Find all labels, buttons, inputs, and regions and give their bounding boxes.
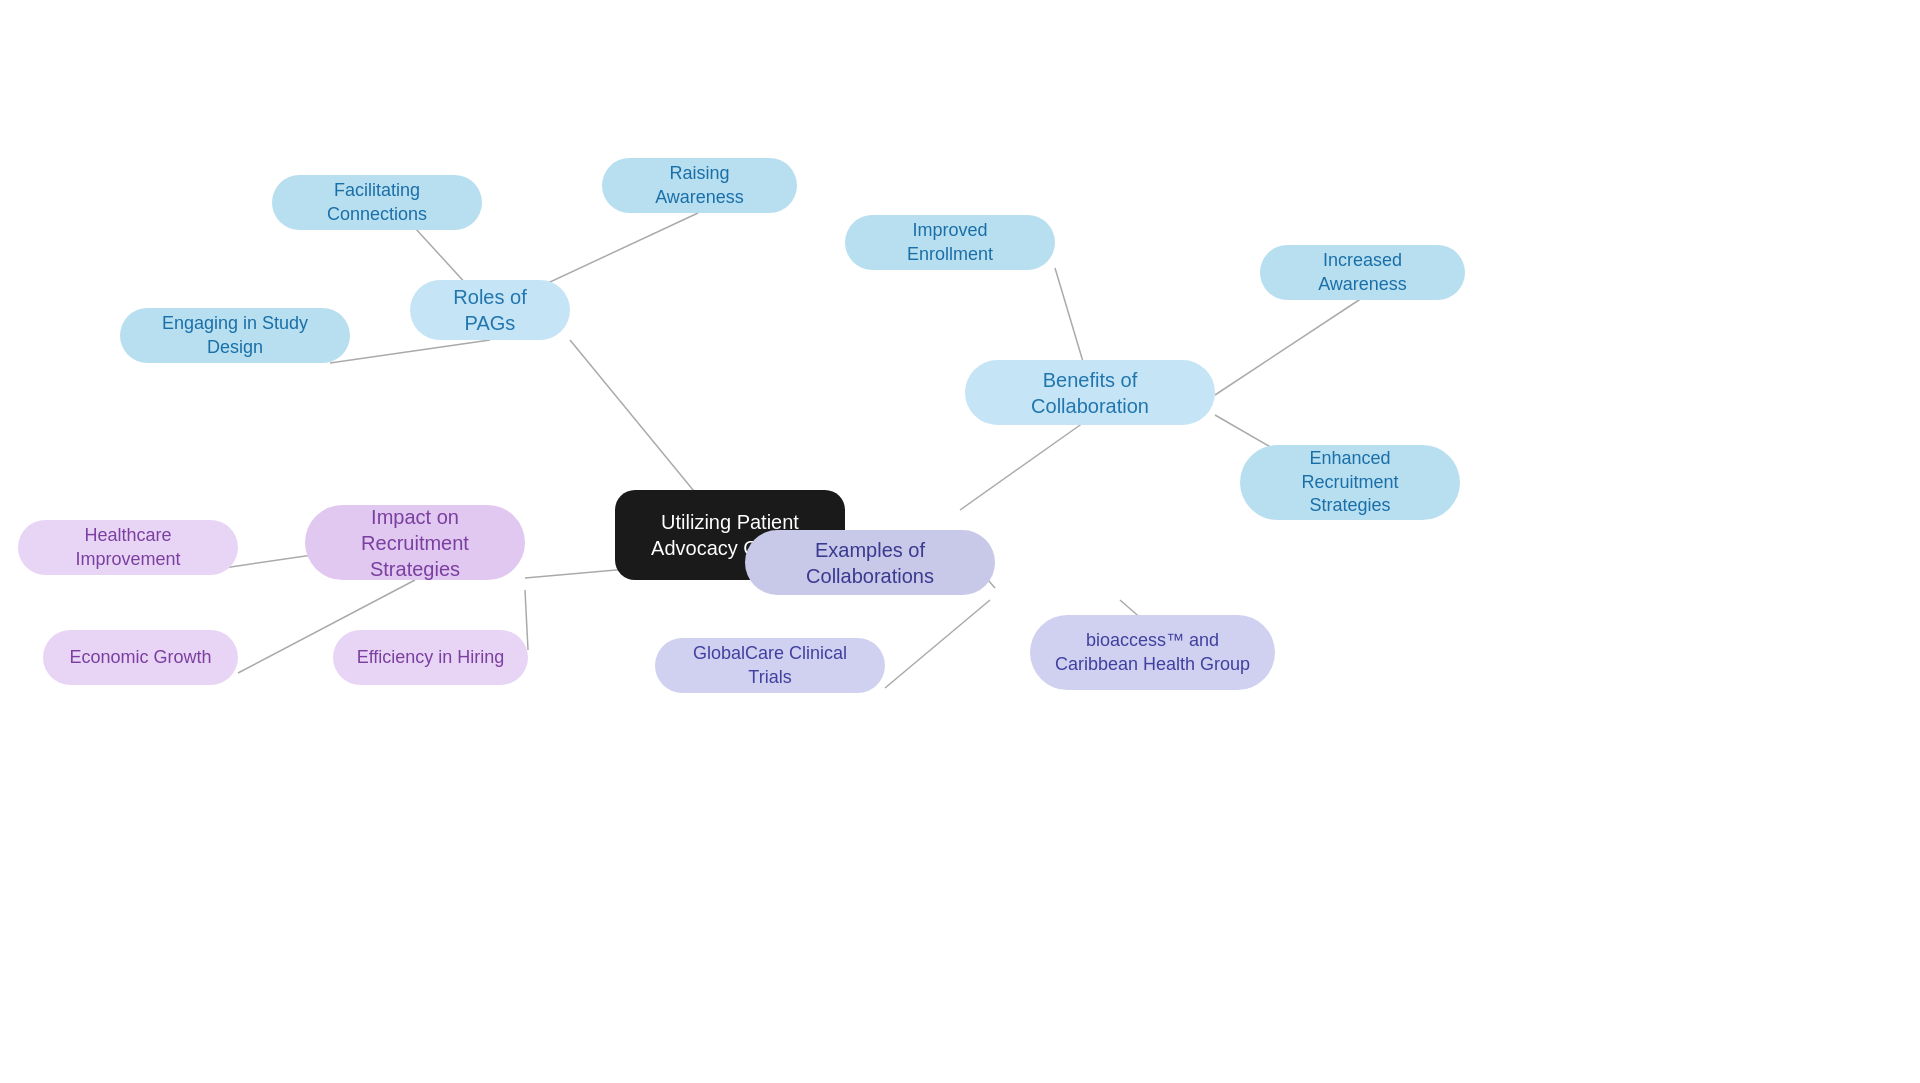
svg-line-8: [1215, 298, 1362, 395]
svg-line-12: [525, 590, 528, 650]
increased-awareness-node: Increased Awareness: [1260, 245, 1465, 300]
globalcare-node: GlobalCare Clinical Trials: [655, 638, 885, 693]
svg-line-1: [960, 418, 1090, 510]
engaging-study-design-node: Engaging in Study Design: [120, 308, 350, 363]
roles-pags-node: Roles of PAGs: [410, 280, 570, 340]
enhanced-recruitment-node: Enhanced Recruitment Strategies: [1240, 445, 1460, 520]
impact-recruitment-node: Impact on Recruitment Strategies: [305, 505, 525, 580]
healthcare-improvement-node: Healthcare Improvement: [18, 520, 238, 575]
raising-awareness-node: Raising Awareness: [602, 158, 797, 213]
efficiency-hiring-node: Efficiency in Hiring: [333, 630, 528, 685]
svg-line-13: [885, 600, 990, 688]
svg-line-6: [330, 340, 490, 363]
examples-collaborations-node: Examples of Collaborations: [745, 530, 995, 595]
economic-growth-node: Economic Growth: [43, 630, 238, 685]
facilitating-connections-node: Facilitating Connections: [272, 175, 482, 230]
benefits-collaboration-node: Benefits of Collaboration: [965, 360, 1215, 425]
bioaccess-node: bioaccess™ and Caribbean Health Group: [1030, 615, 1275, 690]
improved-enrollment-node: Improved Enrollment: [845, 215, 1055, 270]
